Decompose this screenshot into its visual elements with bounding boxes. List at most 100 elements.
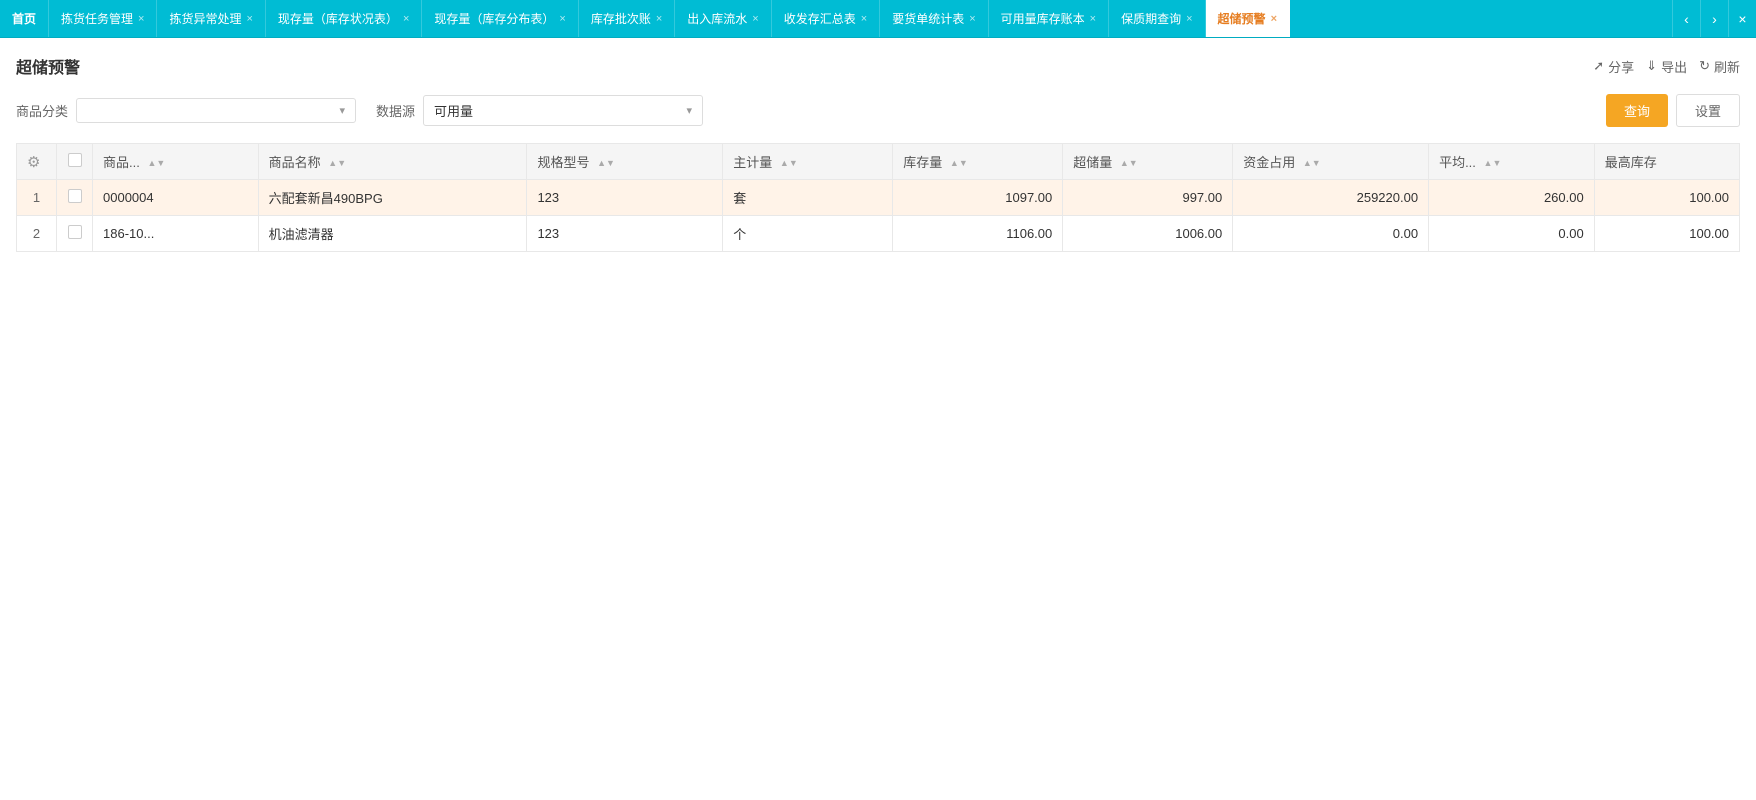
nav-home[interactable]: 首页 bbox=[0, 0, 49, 37]
nav-order-stats[interactable]: 要货单统计表 × bbox=[880, 0, 988, 37]
th-overstock-qty[interactable]: 超储量 ▲▼ bbox=[1063, 144, 1233, 180]
cell-capital-occupy: 0.00 bbox=[1233, 216, 1429, 252]
th-gear: ⚙ bbox=[17, 144, 57, 180]
category-select[interactable]: ▾ bbox=[76, 98, 356, 123]
cell-product-name: 机油滤清器 bbox=[258, 216, 527, 252]
close-icon[interactable]: × bbox=[246, 13, 252, 25]
cell-unit: 个 bbox=[723, 216, 893, 252]
export-link[interactable]: ⇓ 导出 bbox=[1646, 57, 1687, 76]
table-row: 2 186-10... 机油滤清器 123 个 1106.00 1006.00 … bbox=[17, 216, 1740, 252]
datasource-select[interactable]: 可用量 ▾ bbox=[423, 95, 703, 126]
share-link[interactable]: ➚ 分享 bbox=[1593, 57, 1634, 76]
sort-icon: ▲▼ bbox=[597, 159, 615, 168]
datasource-filter: 数据源 可用量 ▾ bbox=[376, 95, 703, 126]
data-table: ⚙ 商品... ▲▼ 商品名称 ▲▼ 规格型号 ▲▼ 主计 bbox=[16, 143, 1740, 252]
cell-max-stock: 100.00 bbox=[1594, 216, 1739, 252]
refresh-icon: ↻ bbox=[1699, 58, 1710, 74]
cell-stock-qty: 1106.00 bbox=[893, 216, 1063, 252]
close-icon[interactable]: × bbox=[861, 13, 867, 25]
cell-avg: 0.00 bbox=[1429, 216, 1595, 252]
cell-capital-occupy: 259220.00 bbox=[1233, 180, 1429, 216]
refresh-link[interactable]: ↻ 刷新 bbox=[1699, 57, 1740, 76]
cell-unit: 套 bbox=[723, 180, 893, 216]
filter-area: 商品分类 ▾ 数据源 可用量 ▾ 查询 设置 bbox=[16, 94, 1740, 127]
nav-inout-flow[interactable]: 出入库流水 × bbox=[675, 0, 771, 37]
cell-stock-qty: 1097.00 bbox=[893, 180, 1063, 216]
th-checkbox bbox=[57, 144, 93, 180]
th-product-code[interactable]: 商品... ▲▼ bbox=[93, 144, 259, 180]
row-checkbox-cell bbox=[57, 180, 93, 216]
th-capital-occupy[interactable]: 资金占用 ▲▼ bbox=[1233, 144, 1429, 180]
cell-spec: 123 bbox=[527, 216, 723, 252]
cell-avg: 260.00 bbox=[1429, 180, 1595, 216]
select-all-checkbox[interactable] bbox=[68, 153, 82, 167]
th-avg[interactable]: 平均... ▲▼ bbox=[1429, 144, 1595, 180]
row-checkbox-cell bbox=[57, 216, 93, 252]
nav-overstock-alert[interactable]: 超储预警 × bbox=[1206, 0, 1290, 37]
nav-arrow-left[interactable]: ‹ bbox=[1672, 0, 1700, 37]
query-button[interactable]: 查询 bbox=[1606, 94, 1668, 127]
nav-expiry[interactable]: 保质期查询 × bbox=[1109, 0, 1205, 37]
nav-arrow-group: ‹ › × bbox=[1672, 0, 1756, 37]
category-label: 商品分类 bbox=[16, 101, 68, 120]
sort-icon: ▲▼ bbox=[780, 159, 798, 168]
row-index: 1 bbox=[17, 180, 57, 216]
cell-spec: 123 bbox=[527, 180, 723, 216]
sort-icon: ▲▼ bbox=[1120, 159, 1138, 168]
table-header-row: ⚙ 商品... ▲▼ 商品名称 ▲▼ 规格型号 ▲▼ 主计 bbox=[17, 144, 1740, 180]
nav-available-stock[interactable]: 可用量库存账本 × bbox=[989, 0, 1109, 37]
nav-stock-status[interactable]: 现存量（库存状况表） × bbox=[266, 0, 422, 37]
th-spec[interactable]: 规格型号 ▲▼ bbox=[527, 144, 723, 180]
cell-overstock-qty: 997.00 bbox=[1063, 180, 1233, 216]
sort-icon: ▲▼ bbox=[950, 159, 968, 168]
sort-icon: ▲▼ bbox=[147, 159, 165, 168]
sort-icon: ▲▼ bbox=[1484, 159, 1502, 168]
row-checkbox[interactable] bbox=[68, 225, 82, 239]
cell-overstock-qty: 1006.00 bbox=[1063, 216, 1233, 252]
settings-button[interactable]: 设置 bbox=[1676, 94, 1740, 127]
close-icon[interactable]: × bbox=[969, 13, 975, 25]
main-content: 超储预警 ➚ 分享 ⇓ 导出 ↻ 刷新 商品分类 ▾ 数据源 bbox=[0, 38, 1756, 800]
close-icon[interactable]: × bbox=[752, 13, 758, 25]
close-icon[interactable]: × bbox=[1090, 13, 1096, 25]
nav-stock-dist[interactable]: 现存量（库存分布表） × bbox=[422, 0, 578, 37]
gear-icon[interactable]: ⚙ bbox=[27, 154, 40, 171]
sort-icon: ▲▼ bbox=[328, 159, 346, 168]
row-index: 2 bbox=[17, 216, 57, 252]
close-icon[interactable]: × bbox=[656, 13, 662, 25]
sort-icon: ▲▼ bbox=[1303, 159, 1321, 168]
cell-max-stock: 100.00 bbox=[1594, 180, 1739, 216]
cell-product-code: 0000004 bbox=[93, 180, 259, 216]
row-checkbox[interactable] bbox=[68, 189, 82, 203]
th-unit[interactable]: 主计量 ▲▼ bbox=[723, 144, 893, 180]
close-icon[interactable]: × bbox=[403, 13, 409, 25]
cell-product-name: 六配套新昌490BPG bbox=[258, 180, 527, 216]
nav-collect-summary[interactable]: 收发存汇总表 × bbox=[772, 0, 880, 37]
chevron-down-icon: ▾ bbox=[339, 104, 345, 117]
th-product-name[interactable]: 商品名称 ▲▼ bbox=[258, 144, 527, 180]
category-filter: 商品分类 ▾ bbox=[16, 98, 356, 123]
page-actions: ➚ 分享 ⇓ 导出 ↻ 刷新 bbox=[1593, 57, 1740, 76]
share-icon: ➚ bbox=[1593, 58, 1604, 74]
cell-product-code: 186-10... bbox=[93, 216, 259, 252]
page-header: 超储预警 ➚ 分享 ⇓ 导出 ↻ 刷新 bbox=[16, 54, 1740, 78]
close-icon[interactable]: × bbox=[559, 13, 565, 25]
nav-close-all[interactable]: × bbox=[1728, 0, 1756, 37]
th-max-stock[interactable]: 最高库存 bbox=[1594, 144, 1739, 180]
top-navigation: 首页 拣货任务管理 × 拣货异常处理 × 现存量（库存状况表） × 现存量（库存… bbox=[0, 0, 1756, 38]
datasource-select-value: 可用量 bbox=[434, 101, 473, 120]
close-icon[interactable]: × bbox=[138, 13, 144, 25]
nav-arrow-right[interactable]: › bbox=[1700, 0, 1728, 37]
page-title: 超储预警 bbox=[16, 54, 80, 78]
th-stock-qty[interactable]: 库存量 ▲▼ bbox=[893, 144, 1063, 180]
export-icon: ⇓ bbox=[1646, 58, 1657, 74]
close-icon[interactable]: × bbox=[1271, 13, 1277, 25]
table-row: 1 0000004 六配套新昌490BPG 123 套 1097.00 997.… bbox=[17, 180, 1740, 216]
chevron-down-icon: ▾ bbox=[687, 104, 693, 117]
filter-actions: 查询 设置 bbox=[1606, 94, 1740, 127]
datasource-label: 数据源 bbox=[376, 101, 415, 120]
nav-abnormal[interactable]: 拣货异常处理 × bbox=[157, 0, 265, 37]
nav-task-mgmt[interactable]: 拣货任务管理 × bbox=[49, 0, 157, 37]
close-icon[interactable]: × bbox=[1186, 13, 1192, 25]
nav-batch[interactable]: 库存批次账 × bbox=[579, 0, 675, 37]
